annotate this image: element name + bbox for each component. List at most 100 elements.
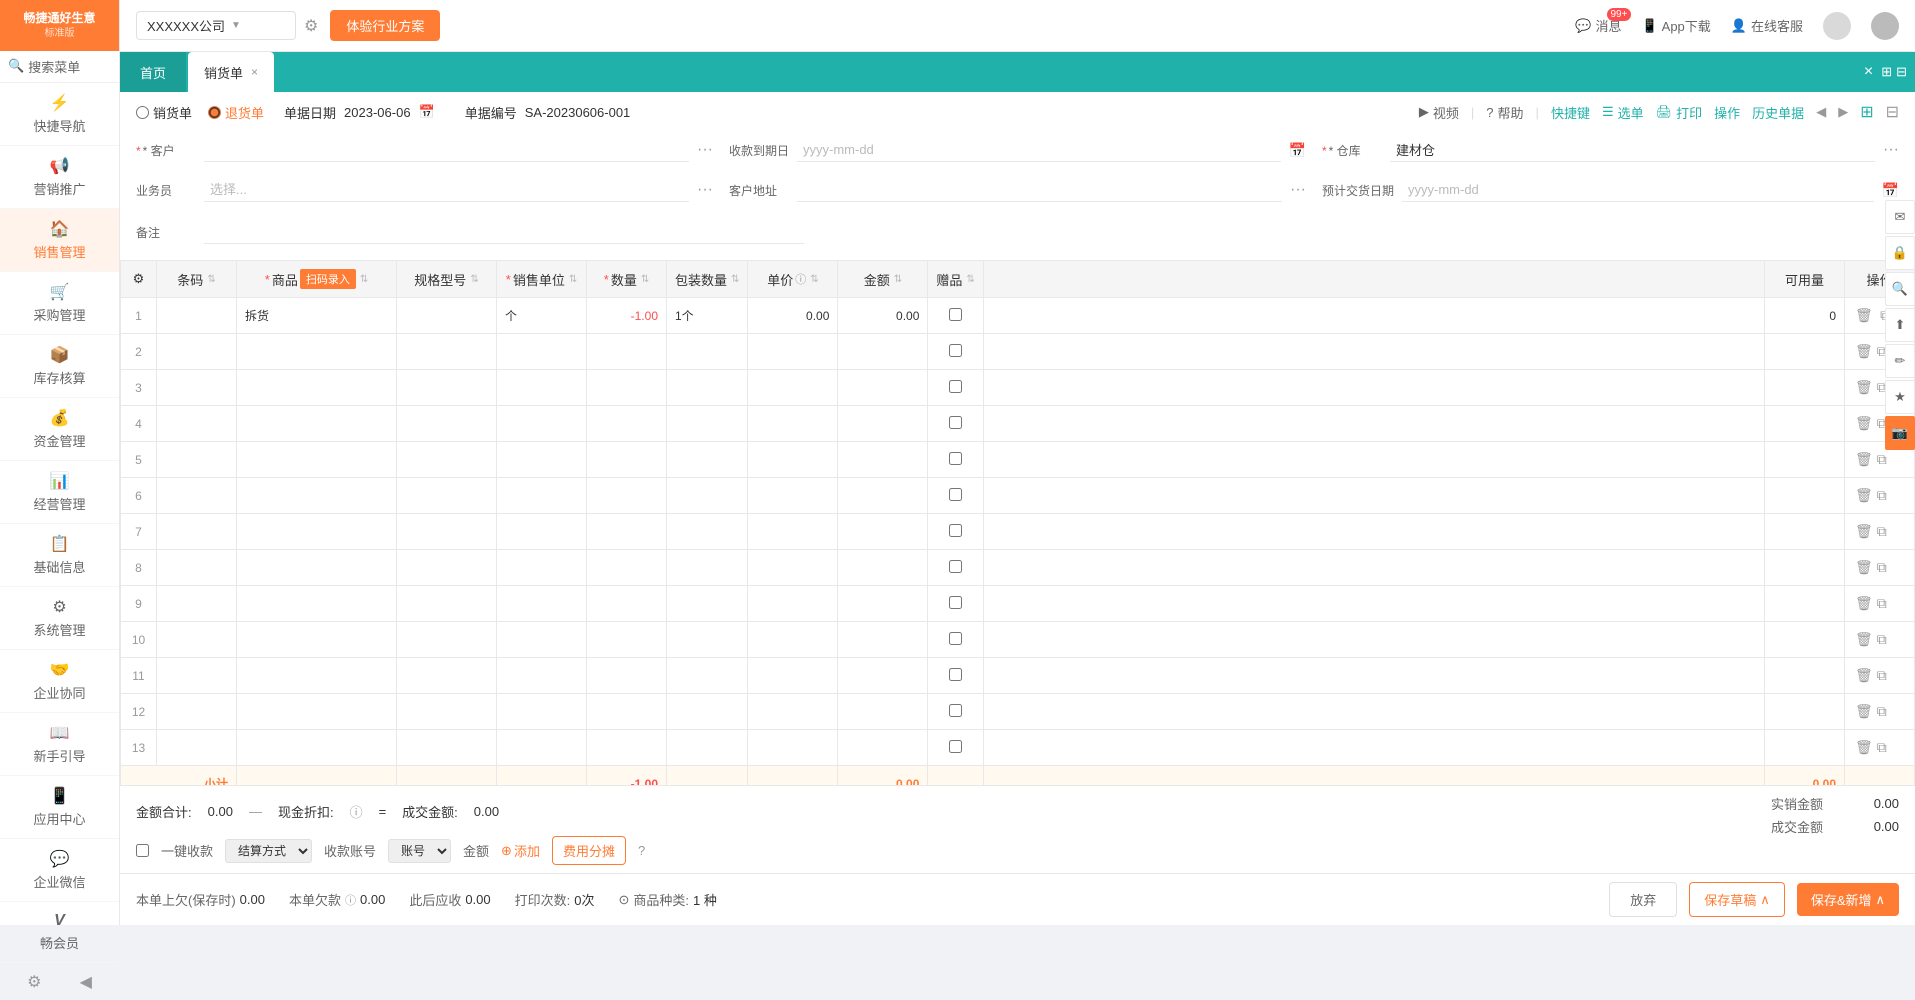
delete-row-button[interactable]: 🗑 (1853, 485, 1875, 506)
row-spec[interactable] (397, 298, 497, 334)
qty-sort-icon[interactable]: ⇅ (641, 274, 649, 285)
add-button[interactable]: ⊕ 添加 (501, 841, 540, 860)
sidebar-item-marketing[interactable]: 📢 营销推广 (0, 146, 119, 209)
copy-row-button[interactable]: ⧉ (1875, 701, 1889, 722)
print-btn[interactable]: 🖨 打印 (1656, 103, 1703, 122)
amount-sort-icon[interactable]: ⇅ (894, 274, 902, 285)
gift-checkbox[interactable] (949, 488, 962, 501)
sidebar-item-weixin[interactable]: 💬 企业微信 (0, 839, 119, 902)
sidebar-item-system[interactable]: ⚙ 系统管理 (0, 587, 119, 650)
unit-sort-icon[interactable]: ⇅ (569, 274, 577, 285)
copy-row-button[interactable]: ⧉ (1875, 521, 1889, 542)
radio-return[interactable]: 退货单 (208, 103, 264, 122)
float-message-btn[interactable]: ✉ (1885, 200, 1915, 234)
gift-checkbox[interactable] (949, 416, 962, 429)
radio-sale-input[interactable] (136, 106, 149, 119)
sidebar-item-member[interactable]: V 畅会员 (0, 902, 119, 963)
sidebar-settings-icon[interactable]: ⚙ (27, 972, 41, 992)
addr-dots-icon[interactable]: ··· (1290, 181, 1306, 199)
delete-row-button[interactable]: 🗑 (1853, 665, 1875, 686)
sidebar-item-inventory[interactable]: 📦 库存核算 (0, 335, 119, 398)
gift-checkbox[interactable] (949, 632, 962, 645)
list-view-icon[interactable]: ⊞ (1860, 102, 1873, 122)
row-qty[interactable]: -1.00 (587, 298, 667, 334)
history-btn[interactable]: 历史单据 (1752, 103, 1804, 122)
settings-gear-icon[interactable]: ⚙ (304, 16, 318, 36)
tabbar-close-icon[interactable]: × (1864, 63, 1873, 81)
row-pkg-qty[interactable]: 1个 (667, 298, 748, 334)
delete-row-button[interactable]: 🗑 (1853, 341, 1875, 362)
salesman-input[interactable] (204, 178, 689, 202)
trial-button[interactable]: 体验行业方案 (330, 10, 440, 41)
gift-sort-icon[interactable]: ⇅ (966, 274, 974, 285)
delete-row-button[interactable]: 🗑 (1853, 701, 1875, 722)
gift-checkbox[interactable] (949, 668, 962, 681)
form-view-icon[interactable]: ⊟ (1886, 102, 1899, 122)
shortcut-btn[interactable]: 快捷键 (1551, 103, 1590, 122)
one-click-payment-checkbox[interactable] (136, 844, 149, 857)
salesman-dots-icon[interactable]: ··· (697, 181, 713, 199)
sidebar-item-operation[interactable]: 📊 经营管理 (0, 461, 119, 524)
sidebar-item-enterprise[interactable]: 🤝 企业协同 (0, 650, 119, 713)
delete-row-button[interactable]: 🗑 (1853, 521, 1875, 542)
tabbar-grid2-icon[interactable]: ⊟ (1896, 64, 1907, 80)
delete-row-button[interactable]: 🗑 (1853, 413, 1875, 434)
copy-row-button[interactable]: ⧉ (1875, 665, 1889, 686)
help-btn[interactable]: ? 帮助 (1486, 103, 1523, 122)
copy-row-button[interactable]: ⧉ (1875, 557, 1889, 578)
expense-button[interactable]: 费用分摊 (552, 836, 626, 865)
gift-checkbox[interactable] (949, 308, 962, 321)
float-star-btn[interactable]: ★ (1885, 380, 1915, 414)
gift-checkbox[interactable] (949, 380, 962, 393)
float-search-btn[interactable]: 🔍 (1885, 272, 1915, 306)
expected-date-input[interactable] (1402, 178, 1874, 202)
row-unit-price[interactable]: 0.00 (748, 298, 838, 334)
warehouse-input[interactable] (1390, 138, 1875, 162)
warehouse-dots-icon[interactable]: ··· (1883, 141, 1899, 159)
date-calendar-icon[interactable]: 📅 (419, 104, 435, 120)
copy-row-button[interactable]: ⧉ (1875, 737, 1889, 758)
sidebar-item-finance[interactable]: 💰 资金管理 (0, 398, 119, 461)
row-gift[interactable] (928, 298, 983, 334)
operate-btn[interactable]: 操作 (1714, 103, 1740, 122)
pkg-sort-icon[interactable]: ⇅ (731, 274, 739, 285)
sidebar-item-guide[interactable]: 📖 新手引导 (0, 713, 119, 776)
gift-checkbox[interactable] (949, 560, 962, 573)
delete-row-button[interactable]: 🗑 (1853, 305, 1875, 326)
app-download-btn[interactable]: 📱 App下载 (1641, 16, 1710, 35)
message-btn[interactable]: 💬 消息 99+ (1575, 16, 1621, 35)
payment-date-input[interactable] (797, 138, 1281, 162)
user-avatar[interactable] (1823, 12, 1851, 40)
delete-row-button[interactable]: 🗑 (1853, 449, 1875, 470)
customer-dots-icon[interactable]: ··· (697, 141, 713, 159)
select-btn[interactable]: ☰ 选单 (1602, 103, 1644, 122)
barcode-sort-icon[interactable]: ⇅ (207, 274, 215, 285)
delete-row-button[interactable]: 🗑 (1853, 377, 1875, 398)
sidebar-item-sales[interactable]: 🏠 销售管理 (0, 209, 119, 272)
row-amount[interactable]: 0.00 (838, 298, 928, 334)
float-upload-btn[interactable]: ⬆ (1885, 308, 1915, 342)
table-gear-icon[interactable]: ⚙ (133, 271, 145, 286)
radio-return-input[interactable] (208, 106, 221, 119)
radio-sale[interactable]: 销货单 (136, 103, 192, 122)
sidebar-item-purchase[interactable]: 🛒 采购管理 (0, 272, 119, 335)
delete-row-button[interactable]: 🗑 (1853, 557, 1875, 578)
video-btn[interactable]: ▶ 视频 (1419, 103, 1459, 122)
company-selector[interactable]: XXXXXX公司 ▼ (136, 11, 296, 40)
copy-row-button[interactable]: ⧉ (1875, 449, 1889, 470)
abandon-button[interactable]: 放弃 (1609, 882, 1677, 917)
tab-sale-order[interactable]: 销货单 × (188, 52, 274, 92)
gift-checkbox[interactable] (949, 344, 962, 357)
sidebar-collapse-icon[interactable]: ◀ (80, 972, 92, 992)
save-new-button[interactable]: 保存&新增 ∧ (1797, 883, 1899, 916)
tab-home[interactable]: 首页 (120, 52, 186, 92)
gift-checkbox[interactable] (949, 704, 962, 717)
sidebar-search-item[interactable]: 🔍 搜索菜单 (0, 51, 119, 83)
customer-input[interactable] (204, 138, 689, 162)
expected-calendar-icon[interactable]: 📅 (1882, 182, 1899, 199)
expense-help-icon[interactable]: ? (638, 843, 645, 858)
spec-sort-icon[interactable]: ⇅ (470, 274, 478, 285)
tabbar-grid1-icon[interactable]: ⊞ (1881, 64, 1892, 80)
account-select[interactable]: 账号 (388, 839, 451, 863)
copy-row-button[interactable]: ⧉ (1875, 593, 1889, 614)
